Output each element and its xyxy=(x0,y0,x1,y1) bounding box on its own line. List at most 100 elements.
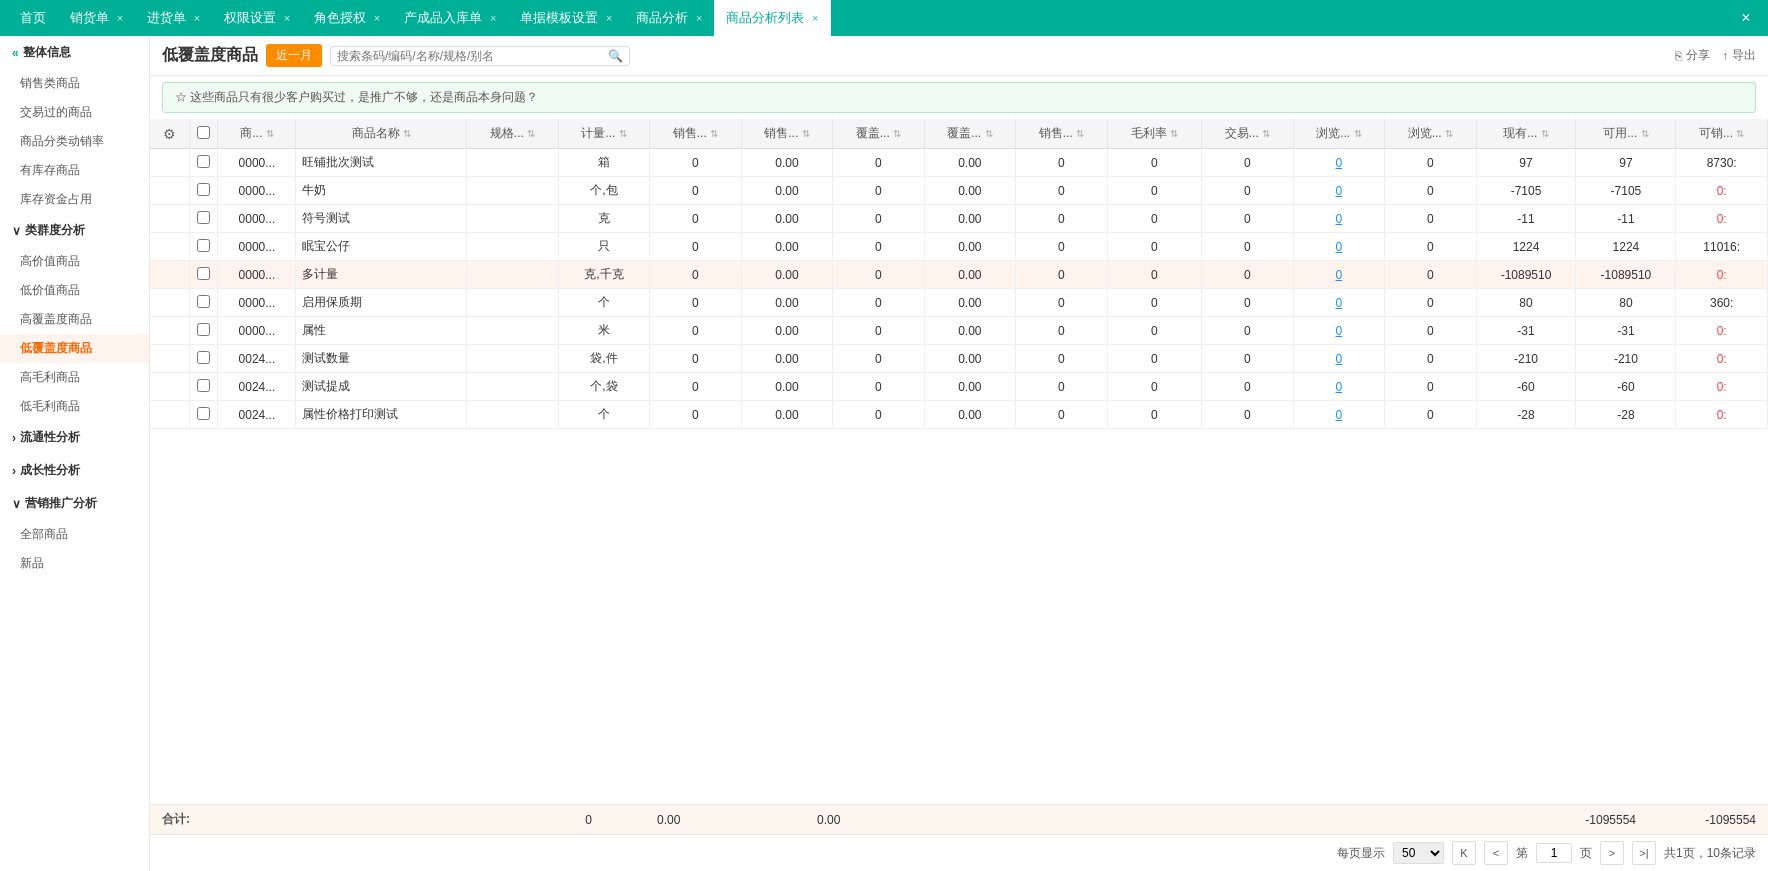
search-input[interactable] xyxy=(337,49,604,63)
sidebar-item-traded-goods[interactable]: 交易过的商品 xyxy=(0,98,149,127)
col-available[interactable]: 可用... ⇅ xyxy=(1576,119,1676,149)
row-sales3: 0 xyxy=(1016,233,1107,261)
row-browse1[interactable]: 0 xyxy=(1293,373,1384,401)
row-sales-amt: 0.00 xyxy=(741,233,832,261)
nav-close-purchase[interactable]: × xyxy=(194,12,200,24)
first-page-button[interactable]: K xyxy=(1452,841,1476,865)
sidebar-section-growth[interactable]: › 成长性分析 xyxy=(0,454,149,487)
sidebar-section-general[interactable]: « 整体信息 xyxy=(0,36,149,69)
row-checkbox[interactable] xyxy=(190,233,218,261)
export-button[interactable]: ↑ 导出 xyxy=(1722,47,1756,64)
nav-close-permissions[interactable]: × xyxy=(284,12,290,24)
col-sales-amt[interactable]: 销售... ⇅ xyxy=(741,119,832,149)
row-browse1[interactable]: 0 xyxy=(1293,177,1384,205)
sidebar-item-low-value[interactable]: 低价值商品 xyxy=(0,276,149,305)
row-sales-qty: 0 xyxy=(650,373,741,401)
row-checkbox[interactable] xyxy=(190,261,218,289)
row-select-checkbox[interactable] xyxy=(197,295,210,308)
col-sales-qty[interactable]: 销售... ⇅ xyxy=(650,119,741,149)
row-browse1[interactable]: 0 xyxy=(1293,205,1384,233)
nav-close-roles[interactable]: × xyxy=(374,12,380,24)
row-checkbox[interactable] xyxy=(190,289,218,317)
nav-goods-analysis-list[interactable]: 商品分析列表 × xyxy=(714,0,830,36)
sidebar-item-in-stock[interactable]: 有库存商品 xyxy=(0,156,149,185)
collapse-icon[interactable]: « xyxy=(12,46,19,60)
nav-close-finished[interactable]: × xyxy=(490,12,496,24)
col-saleable[interactable]: 可销... ⇅ xyxy=(1676,119,1768,149)
row-checkbox[interactable] xyxy=(190,373,218,401)
row-select-checkbox[interactable] xyxy=(197,211,210,224)
sidebar-item-high-value[interactable]: 高价值商品 xyxy=(0,247,149,276)
row-select-checkbox[interactable] xyxy=(197,267,210,280)
sidebar-item-high-coverage[interactable]: 高覆盖度商品 xyxy=(0,305,149,334)
sidebar-item-low-margin[interactable]: 低毛利商品 xyxy=(0,392,149,421)
row-checkbox[interactable] xyxy=(190,345,218,373)
row-select-checkbox[interactable] xyxy=(197,379,210,392)
sidebar-item-capital[interactable]: 库存资金占用 xyxy=(0,185,149,214)
col-unit[interactable]: 计量... ⇅ xyxy=(558,119,649,149)
nav-roles[interactable]: 角色授权 × xyxy=(302,0,392,36)
nav-close-analysis-list[interactable]: × xyxy=(812,12,818,24)
row-select-checkbox[interactable] xyxy=(197,323,210,336)
row-select-checkbox[interactable] xyxy=(197,351,210,364)
col-browse2[interactable]: 浏览... ⇅ xyxy=(1385,119,1476,149)
col-current-stock[interactable]: 现有... ⇅ xyxy=(1476,119,1576,149)
nav-close-template[interactable]: × xyxy=(606,12,612,24)
col-name[interactable]: 商品名称 ⇅ xyxy=(296,119,467,149)
nav-template[interactable]: 单据模板设置 × xyxy=(508,0,624,36)
nav-permissions[interactable]: 权限设置 × xyxy=(212,0,302,36)
col-gross-margin[interactable]: 毛利率 ⇅ xyxy=(1107,119,1202,149)
sidebar-item-all-goods[interactable]: 全部商品 xyxy=(0,520,149,549)
col-transaction[interactable]: 交易... ⇅ xyxy=(1202,119,1293,149)
col-sales3[interactable]: 销售... ⇅ xyxy=(1016,119,1107,149)
select-all-checkbox[interactable] xyxy=(197,126,210,139)
col-settings[interactable]: ⚙ xyxy=(150,119,190,149)
row-browse1[interactable]: 0 xyxy=(1293,401,1384,429)
row-browse1[interactable]: 0 xyxy=(1293,317,1384,345)
nav-home[interactable]: 首页 xyxy=(8,0,58,36)
row-browse1[interactable]: 0 xyxy=(1293,261,1384,289)
nav-close-analysis[interactable]: × xyxy=(696,12,702,24)
col-browse1[interactable]: 浏览... ⇅ xyxy=(1293,119,1384,149)
row-select-checkbox[interactable] xyxy=(197,183,210,196)
nav-purchase[interactable]: 进货单 × xyxy=(135,0,212,36)
col-coverage2[interactable]: 覆盖... ⇅ xyxy=(924,119,1015,149)
sidebar-item-new-goods[interactable]: 新品 xyxy=(0,549,149,578)
page-number-input[interactable] xyxy=(1536,843,1572,863)
row-select-checkbox[interactable] xyxy=(197,155,210,168)
time-filter-button[interactable]: 近一月 xyxy=(266,44,322,67)
sidebar-item-high-margin[interactable]: 高毛利商品 xyxy=(0,363,149,392)
col-code[interactable]: 商... ⇅ xyxy=(218,119,296,149)
window-close-button[interactable]: × xyxy=(1732,4,1760,32)
sidebar-section-marketing[interactable]: ∨ 营销推广分析 xyxy=(0,487,149,520)
col-checkbox[interactable] xyxy=(190,119,218,149)
row-browse1[interactable]: 0 xyxy=(1293,289,1384,317)
nav-finished-goods[interactable]: 产成品入库单 × xyxy=(392,0,508,36)
row-checkbox[interactable] xyxy=(190,177,218,205)
row-browse1[interactable]: 0 xyxy=(1293,345,1384,373)
sidebar-section-flow[interactable]: › 流通性分析 xyxy=(0,421,149,454)
row-checkbox[interactable] xyxy=(190,149,218,177)
sidebar-item-category-rate[interactable]: 商品分类动销率 xyxy=(0,127,149,156)
col-coverage1[interactable]: 覆盖... ⇅ xyxy=(833,119,924,149)
next-page-button[interactable]: > xyxy=(1600,841,1624,865)
row-browse1[interactable]: 0 xyxy=(1293,149,1384,177)
col-spec[interactable]: 规格... ⇅ xyxy=(467,119,558,149)
row-select-checkbox[interactable] xyxy=(197,407,210,420)
prev-page-button[interactable]: < xyxy=(1484,841,1508,865)
row-checkbox[interactable] xyxy=(190,317,218,345)
row-browse1[interactable]: 0 xyxy=(1293,233,1384,261)
nav-goods-analysis[interactable]: 商品分析 × xyxy=(624,0,714,36)
nav-close-sales[interactable]: × xyxy=(117,12,123,24)
last-page-button[interactable]: >| xyxy=(1632,841,1656,865)
nav-sales[interactable]: 销货单 × xyxy=(58,0,135,36)
row-select-checkbox[interactable] xyxy=(197,239,210,252)
per-page-select[interactable]: 20 50 100 xyxy=(1393,842,1444,864)
sidebar-item-low-coverage[interactable]: 低覆盖度商品 xyxy=(0,334,149,363)
sidebar-item-sales-goods[interactable]: 销售类商品 xyxy=(0,69,149,98)
data-table-container[interactable]: ⚙ 商... ⇅ 商品名称 ⇅ 规格... ⇅ 计量... ⇅ 销售... ⇅ … xyxy=(150,119,1768,804)
sidebar-section-cluster[interactable]: ∨ 类群度分析 xyxy=(0,214,149,247)
share-button[interactable]: ⎘ 分享 xyxy=(1675,47,1710,64)
row-checkbox[interactable] xyxy=(190,205,218,233)
row-checkbox[interactable] xyxy=(190,401,218,429)
